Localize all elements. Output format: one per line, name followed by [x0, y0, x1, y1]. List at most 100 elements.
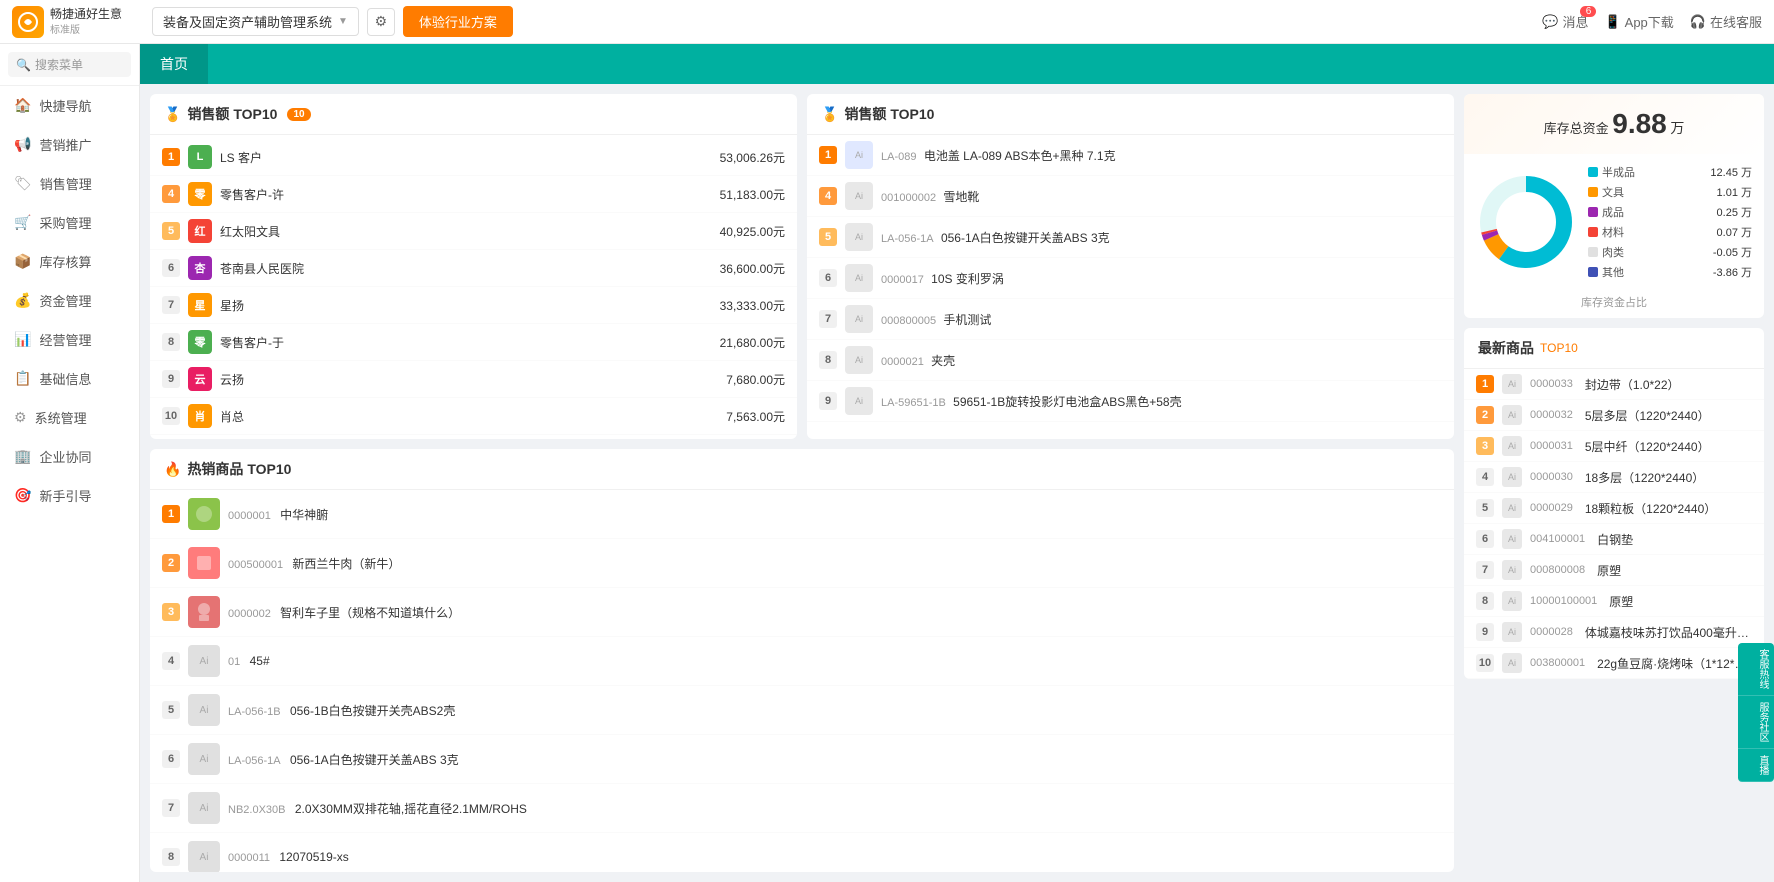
customer-avatar: 肖 [188, 404, 212, 428]
legend-value: 1.01 万 [1717, 184, 1752, 200]
online-service-label: 在线客服 [1710, 12, 1762, 31]
sidebar-label-enterprise: 企业协同 [39, 447, 91, 466]
product-code: 000500001 [228, 559, 283, 571]
product-code: 000800005 [881, 315, 936, 327]
product-code: 0000031 [1530, 440, 1573, 452]
product-details: 01 45# [228, 654, 1442, 668]
product-rank-item: 8 Ai 0000021 夹壳 [807, 340, 1454, 381]
sidebar-item-purchase[interactable]: 🛒 采购管理 [0, 203, 139, 242]
hot-item: 1 0000001 中华神腑 [150, 490, 1454, 539]
product-details: NB2.0X30B 2.0X30MM双排花轴,摇花直径2.1MM/ROHS [228, 800, 1442, 817]
legend-value: -3.86 万 [1713, 264, 1752, 280]
product-details: 0000002 智利车子里（规格不知道填什么） [228, 604, 1442, 621]
system-selector[interactable]: 装备及固定资产辅助管理系统 ▼ [152, 7, 359, 36]
latest-item: 3 Ai 0000031 5层中纤（1220*2440） [1464, 431, 1764, 462]
product-name: 45# [250, 654, 270, 668]
product-name: 056-1A白色按键开关盖ABS 3克 [290, 753, 459, 767]
hot-products-title: 热销商品 TOP10 [187, 459, 291, 479]
product-rank-item: 7 Ai 000800005 手机测试 [807, 299, 1454, 340]
legend-value: 0.07 万 [1717, 224, 1752, 240]
product-code: LA-056-1A [881, 233, 934, 245]
sidebar-item-inventory[interactable]: 📦 库存核算 [0, 242, 139, 281]
product-name: 18颗粒板（1220*2440） [1585, 500, 1752, 517]
sidebar-item-operations[interactable]: 📊 经营管理 [0, 320, 139, 359]
rank-num: 1 [819, 146, 837, 164]
header-right: 💬 消息 6 📱 App下载 🎧 在线客服 [1542, 12, 1762, 31]
inventory-amount: 9.88 [1612, 108, 1667, 139]
sidebar-item-guide[interactable]: 🎯 新手引导 [0, 476, 139, 515]
customer-service-button[interactable]: 客服热线 [1738, 643, 1774, 696]
trial-button[interactable]: 体验行业方案 [403, 6, 513, 37]
inventory-legend: 半成品 12.45 万 文具 1.01 万 成品 0 [1588, 162, 1752, 282]
operations-icon: 📊 [14, 331, 31, 348]
product-code: LA-089 [881, 151, 916, 163]
product-code: 0000021 [881, 356, 924, 368]
sidebar-item-sales[interactable]: 🏷 销售管理 [0, 164, 139, 203]
product-img: Ai [845, 141, 873, 169]
hot-item: 4 Ai 01 45# [150, 637, 1454, 686]
float-buttons: 客服热线 服务社区 直播 [1738, 643, 1774, 782]
search-menu-button[interactable]: 🔍 搜索菜单 [8, 52, 131, 77]
rank-num: 6 [1476, 530, 1494, 548]
product-name: 原塑 [1597, 562, 1752, 579]
rank-num: 5 [1476, 499, 1494, 517]
legend-dot [1588, 227, 1598, 237]
product-name: 59651-1B旋转投影灯电池盒ABS黑色+58壳 [953, 395, 1181, 409]
sidebar-label-marketing: 营销推广 [39, 135, 91, 154]
latest-img: Ai [1502, 653, 1522, 673]
latest-item: 8 Ai 10000100001 原塑 [1464, 586, 1764, 617]
rank-num: 6 [162, 750, 180, 768]
sidebar-item-enterprise[interactable]: 🏢 企业协同 [0, 437, 139, 476]
sidebar-search[interactable]: 🔍 搜索菜单 [0, 44, 139, 86]
legend-item: 材料 0.07 万 [1588, 222, 1752, 242]
rank-num: 1 [162, 505, 180, 523]
sidebar-item-finance[interactable]: 💰 资金管理 [0, 281, 139, 320]
message-button[interactable]: 💬 消息 6 [1542, 12, 1588, 31]
rank-item: 4 零 零售客户-许 51,183.00元 [150, 176, 797, 213]
settings-button[interactable]: ⚙ [367, 8, 395, 36]
rank-number: 7 [162, 296, 180, 314]
sidebar-item-marketing[interactable]: 📢 营销推广 [0, 125, 139, 164]
legend-item: 成品 0.25 万 [1588, 202, 1752, 222]
guide-icon: 🎯 [14, 487, 31, 504]
community-button[interactable]: 服务社区 [1738, 696, 1774, 749]
live-button[interactable]: 直播 [1738, 749, 1774, 782]
rank-num: 4 [819, 187, 837, 205]
product-code: 001000002 [881, 192, 936, 204]
product-code: 10000100001 [1530, 595, 1597, 607]
product-name: 2.0X30MM双排花轴,摇花直径2.1MM/ROHS [295, 802, 527, 816]
phone-icon: 📱 [1604, 14, 1620, 30]
app-download-button[interactable]: 📱 App下载 [1604, 12, 1673, 31]
sidebar-item-quick-nav[interactable]: 🏠 快捷导航 [0, 86, 139, 125]
product-name: 封边带（1.0*22） [1585, 376, 1752, 393]
product-name: 056-1B白色按键开关壳ABS2壳 [290, 704, 455, 718]
product-details: 000500001 新西兰牛肉（新牛） [228, 555, 1442, 572]
tab-home[interactable]: 首页 [140, 44, 208, 84]
product-code: 0000002 [228, 608, 271, 620]
rank-num: 8 [1476, 592, 1494, 610]
hot-item: 5 Ai LA-056-1B 056-1B白色按键开关壳ABS2壳 [150, 686, 1454, 735]
inventory-chart-area: 半成品 12.45 万 文具 1.01 万 成品 0 [1464, 154, 1764, 290]
customer-avatar: 零 [188, 182, 212, 206]
product-details: 0000011 12070519-xs [228, 850, 1442, 864]
hot-products-header: 🔥 热销商品 TOP10 [150, 449, 1454, 490]
sidebar-label-operations: 经营管理 [39, 330, 91, 349]
legend-label: 肉类 [1602, 244, 1709, 260]
latest-img: Ai [1502, 374, 1522, 394]
product-code: 01 [228, 656, 240, 668]
sidebar-item-system[interactable]: ⚙ 系统管理 [0, 398, 139, 437]
content-tabs: 首页 [140, 44, 1774, 84]
customer-name: 云扬 [220, 371, 718, 388]
customer-name: 苍南县人民医院 [220, 260, 712, 277]
product-code: 0000017 [881, 274, 924, 286]
online-service-button[interactable]: 🎧 在线客服 [1690, 12, 1762, 31]
product-thumbnail: Ai [188, 694, 220, 726]
product-info: 0000017 10S 变利罗涡 [881, 270, 1442, 287]
legend-label: 成品 [1602, 204, 1713, 220]
customer-value: 53,006.26元 [720, 149, 785, 166]
sidebar-item-basic-info[interactable]: 📋 基础信息 [0, 359, 139, 398]
main-layout: 🔍 搜索菜单 🏠 快捷导航 📢 营销推广 🏷 销售管理 🛒 采购管理 📦 库存核… [0, 44, 1774, 882]
message-icon: 💬 [1542, 14, 1558, 30]
product-rank-item: 1 Ai LA-089 电池盖 LA-089 ABS本色+黑种 7.1克 [807, 135, 1454, 176]
header-middle: 装备及固定资产辅助管理系统 ▼ ⚙ 体验行业方案 [152, 6, 1542, 37]
